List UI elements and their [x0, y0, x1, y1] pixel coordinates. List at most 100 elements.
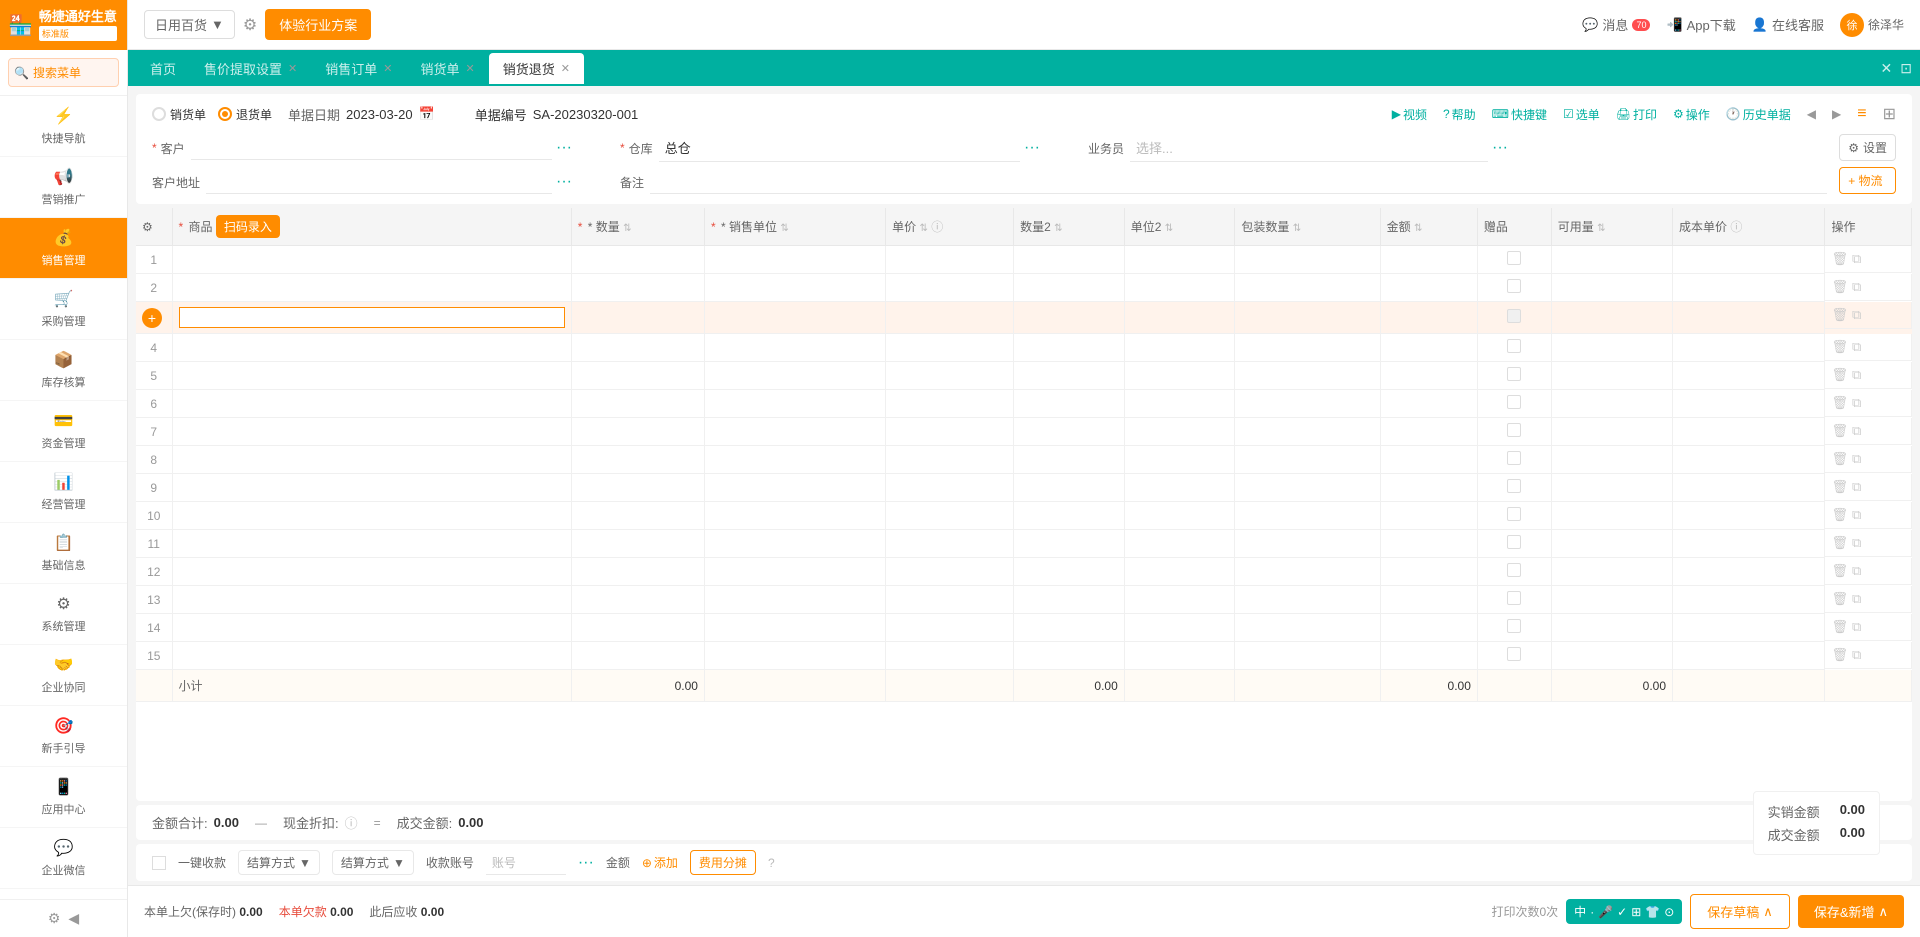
- staff-input[interactable]: 选择...: [1130, 134, 1488, 162]
- delete-btn[interactable]: 🗑: [1831, 507, 1848, 523]
- sidebar-item-wechat[interactable]: 💬 企业微信: [0, 828, 127, 889]
- sort-price-icon[interactable]: ⇅: [920, 223, 928, 234]
- grid-view-btn[interactable]: ≡: [1857, 105, 1866, 123]
- sort-unit2-icon[interactable]: ⇅: [1165, 223, 1173, 234]
- row-cost-1[interactable]: [1673, 246, 1825, 274]
- scan-barcode-btn[interactable]: 扫码录入: [216, 215, 280, 238]
- add-row-btn[interactable]: +: [142, 308, 162, 328]
- next-icon[interactable]: ▶: [1832, 107, 1841, 121]
- row-packqty-2[interactable]: [1235, 274, 1380, 302]
- address-picker-btn[interactable]: ···: [556, 173, 572, 191]
- tab-price-extract[interactable]: 售价提取设置 ✕: [190, 53, 311, 84]
- cost-info-icon[interactable]: ⓘ: [1730, 220, 1742, 234]
- row-qty2-2[interactable]: [1014, 274, 1125, 302]
- copy-btn[interactable]: ⧉: [1852, 451, 1861, 467]
- user-info[interactable]: 徐 徐泽华: [1840, 13, 1904, 37]
- row-unit2-2[interactable]: [1124, 274, 1235, 302]
- select-link[interactable]: ☑ 选单: [1563, 106, 1600, 123]
- delete-row-3-btn[interactable]: 🗑: [1831, 307, 1848, 323]
- delete-btn[interactable]: 🗑: [1831, 395, 1848, 411]
- tab-sales-delivery-close[interactable]: ✕: [466, 62, 475, 75]
- copy-btn[interactable]: ⧉: [1852, 535, 1861, 551]
- remark-input[interactable]: [650, 170, 1827, 194]
- radio-sales-return[interactable]: 退货单: [218, 106, 272, 123]
- add-payment-btn[interactable]: ⊕ 添加: [642, 854, 678, 871]
- copy-btn[interactable]: ⧉: [1852, 339, 1861, 355]
- tab-sales-order[interactable]: 销售订单 ✕: [311, 53, 406, 84]
- copy-row-1-btn[interactable]: ⧉: [1852, 251, 1861, 267]
- calc-method-select[interactable]: 结算方式 ▼: [332, 850, 414, 875]
- split-btn[interactable]: 费用分摊: [690, 850, 756, 875]
- help-link[interactable]: ? 帮助: [1443, 106, 1476, 123]
- account-picker-btn[interactable]: ···: [578, 854, 594, 872]
- row-price-1[interactable]: [886, 246, 1014, 274]
- row-price-3[interactable]: [886, 302, 1014, 334]
- row-qty-1[interactable]: [571, 246, 704, 274]
- delete-btn[interactable]: 🗑: [1831, 563, 1848, 579]
- notification-item[interactable]: 💬 消息 70: [1582, 15, 1650, 34]
- sidebar-collapse-btn[interactable]: ◀: [68, 910, 79, 927]
- sidebar-item-shortcut[interactable]: ⚡ 快捷导航: [0, 96, 127, 157]
- copy-btn[interactable]: ⧉: [1852, 647, 1861, 663]
- row-price-2[interactable]: [886, 274, 1014, 302]
- row-amount-1[interactable]: [1380, 246, 1477, 274]
- row-unit-1[interactable]: [704, 246, 885, 274]
- sidebar-item-newguide[interactable]: 🎯 新手引导: [0, 706, 127, 767]
- row-qty-3[interactable]: [571, 302, 704, 334]
- row-available-1[interactable]: [1551, 246, 1672, 274]
- account-input[interactable]: 账号: [486, 851, 566, 875]
- col-settings[interactable]: ⚙: [136, 208, 172, 246]
- delete-btn[interactable]: 🗑: [1831, 339, 1848, 355]
- topbar-settings-icon[interactable]: ⚙: [243, 15, 257, 35]
- delete-btn[interactable]: 🗑: [1831, 367, 1848, 383]
- sidebar-item-system[interactable]: ⚙ 系统管理: [0, 584, 127, 645]
- row-product-1[interactable]: [172, 246, 571, 274]
- tab-sales-delivery[interactable]: 销货单 ✕: [406, 53, 488, 84]
- row-packqty-1[interactable]: [1235, 246, 1380, 274]
- history-link[interactable]: 🕐 历史单据: [1726, 106, 1791, 123]
- row-qty-2[interactable]: [571, 274, 704, 302]
- print-link[interactable]: 🖨 打印: [1616, 106, 1657, 123]
- row-unit2-3[interactable]: [1124, 302, 1235, 334]
- copy-btn[interactable]: ⧉: [1852, 507, 1861, 523]
- payment-help-icon[interactable]: ?: [768, 856, 775, 870]
- delete-btn[interactable]: 🗑: [1831, 423, 1848, 439]
- copy-btn[interactable]: ⧉: [1852, 395, 1861, 411]
- copy-btn[interactable]: ⧉: [1852, 423, 1861, 439]
- online-service-item[interactable]: 👤 在线客服: [1752, 15, 1824, 34]
- app-download-item[interactable]: 📲 App下载: [1666, 15, 1735, 34]
- one-click-checkbox[interactable]: [152, 856, 166, 870]
- sidebar-item-basic[interactable]: 📋 基础信息: [0, 523, 127, 584]
- settings-side-btn[interactable]: ⚙ 设置: [1839, 134, 1896, 161]
- tab-sales-order-close[interactable]: ✕: [383, 62, 392, 75]
- delete-btn[interactable]: 🗑: [1831, 647, 1848, 663]
- experience-btn[interactable]: 体验行业方案: [265, 9, 371, 40]
- list-view-btn[interactable]: ⊞: [1883, 104, 1896, 124]
- row-cost-2[interactable]: [1673, 274, 1825, 302]
- maximize-tab-btn[interactable]: ⊡: [1900, 60, 1912, 77]
- shortcut-link[interactable]: ⌨ 快捷键: [1492, 106, 1547, 123]
- sidebar-item-purchase[interactable]: 🛒 采购管理: [0, 279, 127, 340]
- sidebar-item-sales[interactable]: 💰 销售管理: [0, 218, 127, 279]
- copy-btn[interactable]: ⧉: [1852, 479, 1861, 495]
- price-info-icon[interactable]: ⓘ: [931, 220, 943, 234]
- row-gift-3[interactable]: [1477, 302, 1551, 334]
- row-qty2-1[interactable]: [1014, 246, 1125, 274]
- row-amount-2[interactable]: [1380, 274, 1477, 302]
- row-product-2[interactable]: [172, 274, 571, 302]
- row-unit2-1[interactable]: [1124, 246, 1235, 274]
- operate-link[interactable]: ⚙ 操作: [1673, 106, 1710, 123]
- copy-btn[interactable]: ⧉: [1852, 367, 1861, 383]
- copy-btn[interactable]: ⧉: [1852, 619, 1861, 635]
- row-available-2[interactable]: [1551, 274, 1672, 302]
- copy-row-2-btn[interactable]: ⧉: [1852, 279, 1861, 295]
- delete-row-1-btn[interactable]: 🗑: [1831, 251, 1848, 267]
- sort-available-icon[interactable]: ⇅: [1597, 223, 1605, 234]
- warehouse-input[interactable]: 总仓: [659, 134, 1020, 162]
- prev-icon[interactable]: ◀: [1807, 107, 1816, 121]
- copy-btn[interactable]: ⧉: [1852, 563, 1861, 579]
- sidebar-item-appstore[interactable]: 📱 应用中心: [0, 767, 127, 828]
- company-dropdown[interactable]: 日用百货 ▼: [144, 10, 235, 39]
- delete-row-2-btn[interactable]: 🗑: [1831, 279, 1848, 295]
- tab-price-extract-close[interactable]: ✕: [288, 62, 297, 75]
